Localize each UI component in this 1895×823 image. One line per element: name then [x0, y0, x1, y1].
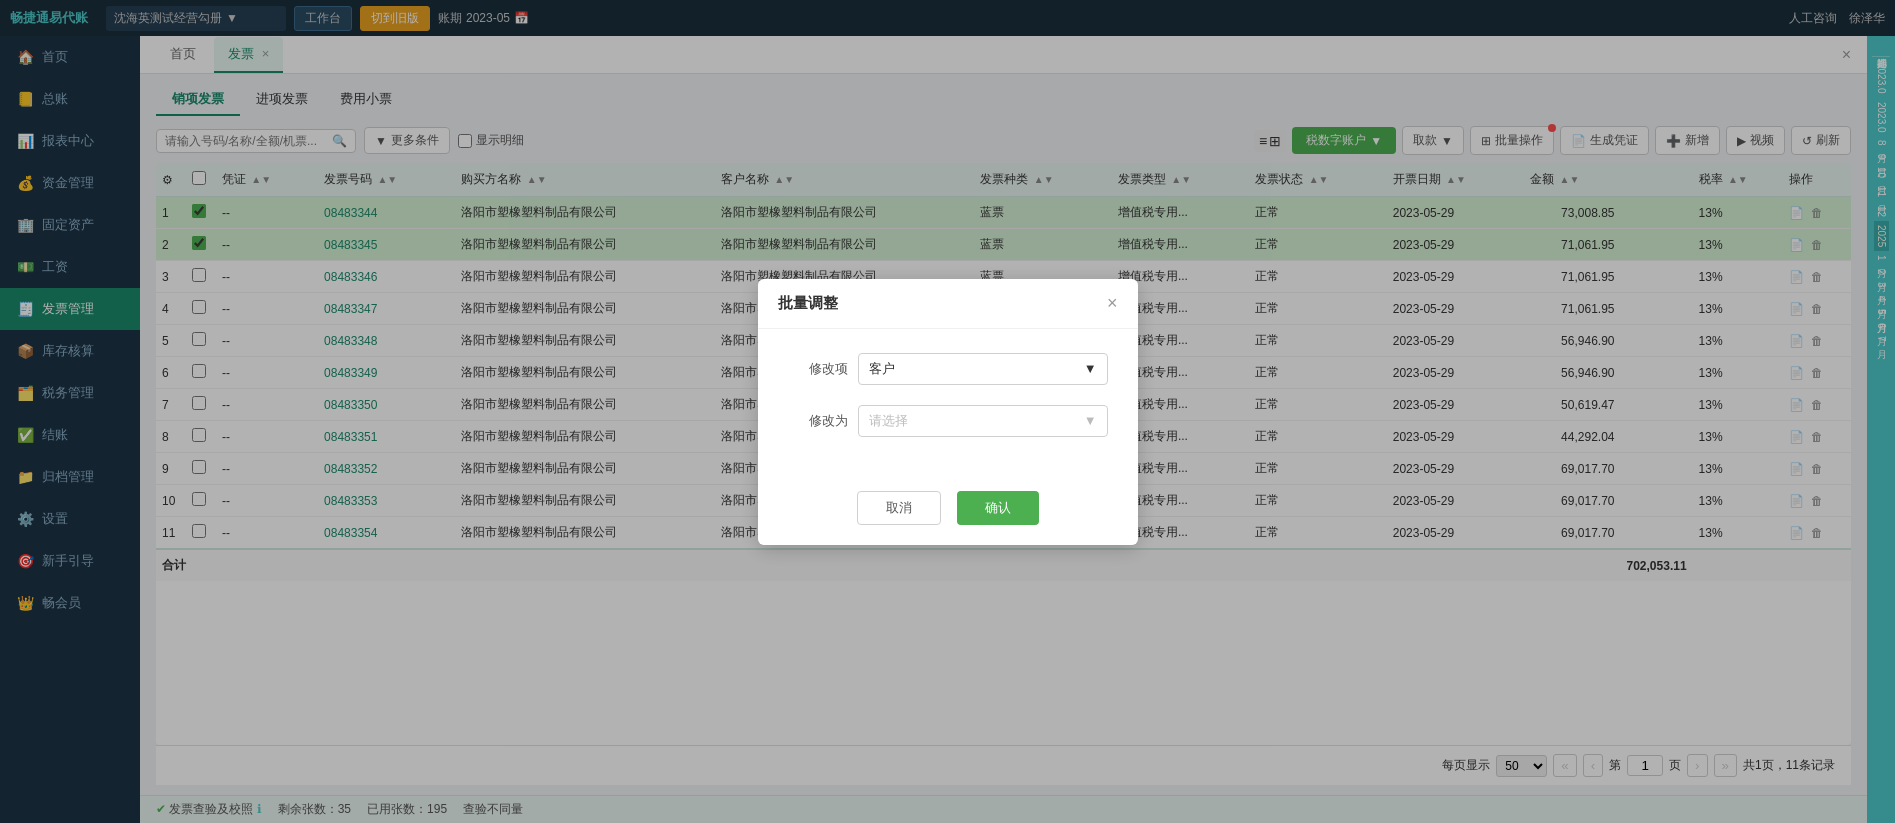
- batch-adjust-modal: 批量调整 × 修改项 客户 ▼ 修改为 请选择 ▼: [758, 279, 1138, 545]
- modify-value-label: 修改为: [788, 412, 848, 430]
- modify-field-select[interactable]: 客户 ▼: [858, 353, 1108, 385]
- confirm-btn[interactable]: 确认: [957, 491, 1039, 525]
- chevron-down-icon: ▼: [1084, 361, 1097, 376]
- modal-footer: 取消 确认: [758, 481, 1138, 545]
- cancel-btn[interactable]: 取消: [857, 491, 941, 525]
- modal-body: 修改项 客户 ▼ 修改为 请选择 ▼: [758, 329, 1138, 481]
- modal-close-btn[interactable]: ×: [1107, 293, 1118, 314]
- modal-header: 批量调整 ×: [758, 279, 1138, 329]
- chevron-down-icon: ▼: [1084, 413, 1097, 428]
- modal-title: 批量调整: [778, 294, 838, 313]
- modify-field-label: 修改项: [788, 360, 848, 378]
- modal-overlay: 批量调整 × 修改项 客户 ▼ 修改为 请选择 ▼: [0, 0, 1895, 823]
- modify-value-select[interactable]: 请选择 ▼: [858, 405, 1108, 437]
- modify-value-row: 修改为 请选择 ▼: [788, 405, 1108, 437]
- modify-field-row: 修改项 客户 ▼: [788, 353, 1108, 385]
